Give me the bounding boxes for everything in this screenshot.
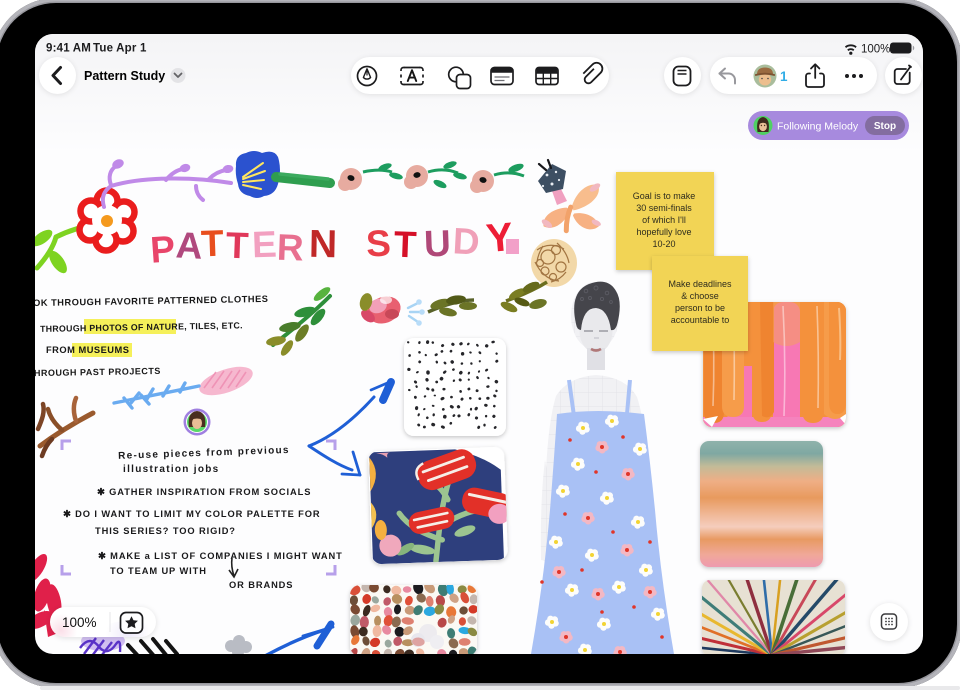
svg-text:100%: 100%	[62, 615, 97, 630]
svg-text:Stop: Stop	[874, 121, 896, 132]
svg-text:100%: 100%	[861, 44, 890, 56]
svg-text:Pattern Study: Pattern Study	[84, 69, 165, 83]
svg-text:Following Melody: Following Melody	[777, 121, 859, 133]
svg-text:Tue Apr 1: Tue Apr 1	[93, 43, 147, 55]
svg-text:9:41 AM: 9:41 AM	[46, 43, 91, 55]
svg-text:1: 1	[780, 69, 788, 84]
